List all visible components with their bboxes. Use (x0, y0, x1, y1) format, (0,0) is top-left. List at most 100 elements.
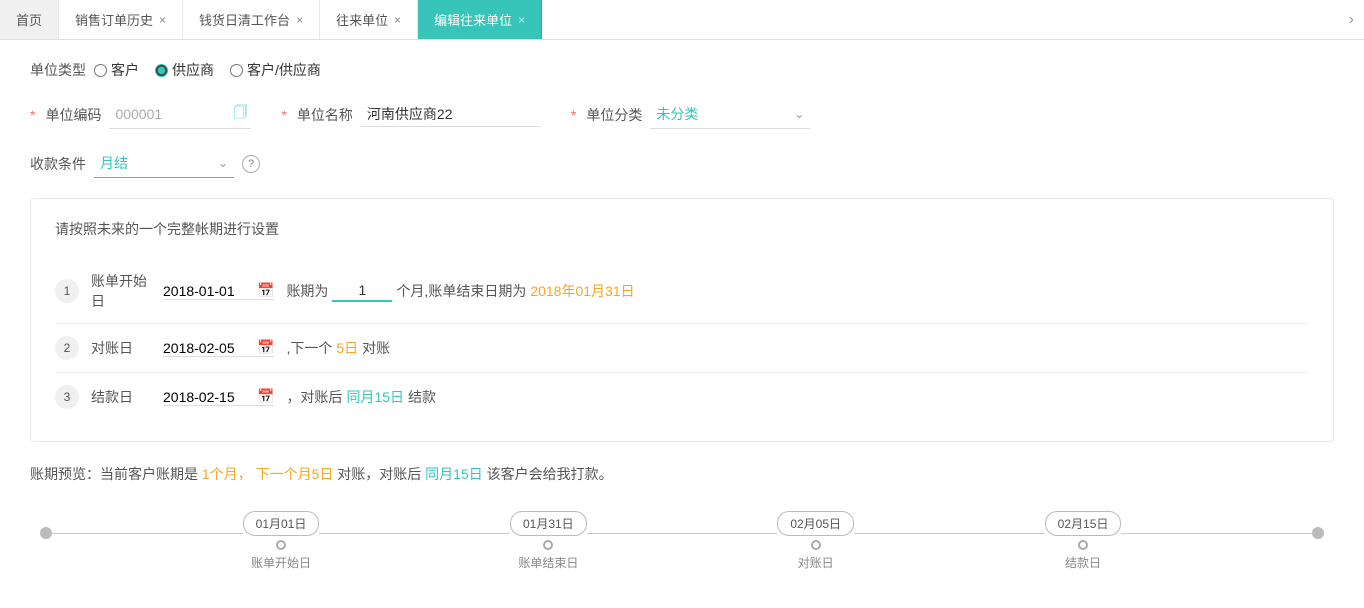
start-date-input[interactable] (163, 283, 253, 299)
payment-terms-chevron-icon: ⌄ (218, 156, 228, 170)
preview-middle: 对账，对账后 (337, 466, 421, 482)
payment-date-input[interactable] (163, 389, 253, 405)
unit-category-field: * 单位分类 未分类 ⌄ (571, 100, 810, 129)
recon-date-input-wrap: 📅 (163, 339, 274, 357)
unit-code-input-wrap: 🗍 (109, 100, 251, 129)
period-label: 账期为 (286, 281, 328, 301)
row-1-desc: 账期为 个月,账单结束日期为 2018年01月31日 (286, 280, 634, 302)
close-sales-history-icon[interactable]: × (159, 13, 166, 27)
timeline: 01月01日 账单开始日 01月31日 账单结束日 02月05日 对账日 02月… (30, 511, 1334, 571)
recon-desc-1: ,下一个 (286, 338, 332, 358)
payment-date-cal-icon[interactable]: 📅 (257, 388, 274, 405)
tl-node-3: 02月05日 对账日 (777, 511, 854, 571)
preview-next: 下一个月5日 (256, 466, 334, 482)
unit-type-radio-group: 客户 供应商 客户/供应商 (94, 60, 321, 80)
tab-partner-unit[interactable]: 往来单位 × (320, 0, 418, 39)
unit-code-picker-icon[interactable]: 🗍 (229, 100, 251, 128)
tl-badge-1: 01月01日 (243, 511, 320, 536)
unit-category-chevron-icon: ⌄ (794, 107, 804, 121)
preview-prefix: 账期预览：当前客户账期是 (30, 466, 198, 482)
tl-label-3: 对账日 (798, 554, 834, 571)
radio-customer[interactable]: 客户 (94, 60, 139, 80)
row-label-1: 账单开始日 (91, 271, 151, 311)
radio-customer-label: 客户 (111, 60, 139, 80)
tl-node-4: 02月15日 结款日 (1045, 511, 1122, 571)
start-date-cal-icon[interactable]: 📅 (257, 282, 274, 299)
payment-terms-help-icon[interactable]: ? (242, 155, 260, 173)
tl-label-2: 账单结束日 (518, 554, 578, 571)
payment-desc-2: 结款 (408, 387, 436, 407)
radio-supplier[interactable]: 供应商 (155, 60, 214, 80)
row-num-1: 1 (55, 279, 79, 303)
recon-date-cal-icon[interactable]: 📅 (257, 339, 274, 356)
payment-terms-select[interactable]: 月结 ⌄ (94, 149, 234, 178)
billing-row-1: 1 账单开始日 📅 账期为 个月,账单结束日期为 2018年01月31日 (55, 259, 1309, 324)
unit-name-field: * 单位名称 (281, 102, 540, 127)
tab-expand-button[interactable]: › (1339, 0, 1364, 39)
tl-dot-4 (1078, 540, 1088, 550)
tab-sales-history[interactable]: 销售订单历史 × (59, 0, 183, 39)
billing-row-2: 2 对账日 📅 ,下一个 5日 对账 (55, 324, 1309, 373)
tab-cash-ledger[interactable]: 钱货日清工作台 × (183, 0, 320, 39)
tab-edit-partner[interactable]: 编辑往来单位 × (418, 0, 542, 39)
tl-left-endpoint (40, 527, 52, 539)
main-content: 单位类型 客户 供应商 客户/供应商 * 单位编码 (0, 40, 1364, 608)
row-label-3: 结款日 (91, 387, 151, 407)
unit-code-input[interactable] (109, 102, 229, 126)
row-num-3: 3 (55, 385, 79, 409)
row-3-desc: ，对账后 同月15日 结款 (286, 387, 436, 407)
preview-period: 1个月， (202, 466, 252, 482)
unit-type-field: 单位类型 客户 供应商 客户/供应商 (30, 60, 321, 80)
tl-connector-5 (1121, 533, 1312, 534)
unit-category-label: 单位分类 (586, 105, 642, 125)
unit-category-value: 未分类 (656, 104, 788, 124)
billing-row-3: 3 结款日 📅 ，对账后 同月15日 结款 (55, 373, 1309, 421)
unit-name-required: * (281, 107, 286, 123)
row-2-desc: ,下一个 5日 对账 (286, 338, 390, 358)
tab-home[interactable]: 首页 (0, 0, 59, 39)
close-partner-unit-icon[interactable]: × (394, 13, 401, 27)
payment-desc-1: ，对账后 (286, 387, 342, 407)
start-date-input-wrap: 📅 (163, 282, 274, 300)
recon-day-highlight: 5日 (336, 338, 358, 358)
radio-both-label: 客户/供应商 (247, 60, 321, 80)
tab-bar: 首页 销售订单历史 × 钱货日清工作台 × 往来单位 × 编辑往来单位 × › (0, 0, 1364, 40)
radio-supplier-label: 供应商 (172, 60, 214, 80)
billing-card: 请按照未来的一个完整帐期进行设置 1 账单开始日 📅 账期为 个月,账单结束日期… (30, 198, 1334, 442)
tl-right-endpoint (1312, 527, 1324, 539)
end-date-highlight: 2018年01月31日 (530, 281, 634, 301)
tab-partner-unit-label: 往来单位 (336, 10, 388, 29)
preview-after: 同月15日 (425, 466, 483, 482)
unit-category-required: * (571, 107, 576, 123)
recon-date-input[interactable] (163, 340, 253, 356)
unit-code-required: * (30, 107, 35, 123)
tl-dot-1 (276, 540, 286, 550)
tl-node-2: 01月31日 账单结束日 (510, 511, 587, 571)
preview-suffix: 该客户会给我打款。 (487, 466, 613, 482)
tab-sales-history-label: 销售订单历史 (75, 10, 153, 29)
tl-connector-1 (52, 533, 243, 534)
close-cash-ledger-icon[interactable]: × (296, 13, 303, 27)
payment-day-highlight: 同月15日 (346, 387, 404, 407)
preview-section: 账期预览：当前客户账期是 1个月， 下一个月5日 对账，对账后 同月15日 该客… (30, 462, 1334, 487)
unit-name-label: 单位名称 (297, 105, 353, 125)
tl-node-1: 01月01日 账单开始日 (243, 511, 320, 571)
unit-name-input[interactable] (361, 102, 541, 127)
unit-type-row: 单位类型 客户 供应商 客户/供应商 (30, 60, 1334, 80)
unit-category-select[interactable]: 未分类 ⌄ (650, 100, 810, 129)
tl-dot-3 (811, 540, 821, 550)
recon-desc-2: 对账 (362, 338, 390, 358)
radio-both[interactable]: 客户/供应商 (230, 60, 321, 80)
tab-home-label: 首页 (16, 10, 42, 29)
tl-dot-2 (543, 540, 553, 550)
payment-terms-value: 月结 (100, 153, 212, 173)
close-edit-partner-icon[interactable]: × (518, 13, 525, 27)
period-input[interactable] (332, 280, 392, 302)
tl-connector-2 (319, 533, 510, 534)
unit-details-row: * 单位编码 🗍 * 单位名称 * 单位分类 未分类 ⌄ (30, 100, 1334, 129)
tl-label-4: 结款日 (1065, 554, 1101, 571)
payment-terms-label: 收款条件 (30, 154, 86, 174)
tl-badge-3: 02月05日 (777, 511, 854, 536)
unit-code-field: * 单位编码 🗍 (30, 100, 251, 129)
tab-cash-ledger-label: 钱货日清工作台 (199, 10, 290, 29)
